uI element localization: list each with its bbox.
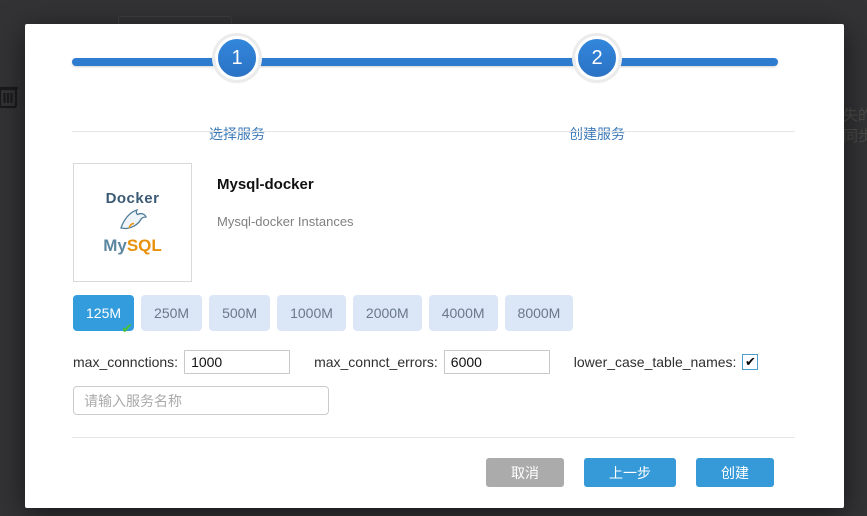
lower-case-table-names-label: lower_case_table_names: [573,354,737,370]
background-clipped-text: 失的 同步 [843,107,867,145]
step-2-circle: 2 [575,36,619,80]
cancel-button[interactable]: 取消 [486,458,564,487]
service-title: Mysql-docker [217,176,314,193]
mysql-dolphin-icon [117,207,149,238]
trash-icon [0,82,19,115]
size-option-8000m[interactable]: 8000M [504,295,574,331]
header-divider [72,131,795,132]
mysql-wordmark-my: My [103,235,127,255]
max-connections-label: max_connctions: [73,354,179,370]
size-option-500m[interactable]: 500M [209,295,271,331]
size-option-2000m[interactable]: 2000M [352,295,422,331]
param-group: lower_case_table_names: ✔ [574,354,759,370]
create-service-dialog: 1 2 选择服务 创建服务 Docker MySQL Mysql-docker … [25,24,844,508]
step-1-label: 选择服务 [209,126,265,142]
previous-step-button[interactable]: 上一步 [584,458,676,487]
max-connections-input[interactable] [184,350,291,374]
memory-size-group: 125M ✔ 250M 500M 1000M 2000M 4000M 8000M [73,295,574,335]
size-option-125m[interactable]: 125M ✔ [73,295,135,335]
step-1-circle: 1 [215,36,259,80]
size-option-250m[interactable]: 250M [141,295,203,331]
max-connect-errors-label: max_connct_errors: [314,354,438,370]
lower-case-table-names-checkbox[interactable]: ✔ [742,354,759,370]
create-button[interactable]: 创建 [696,458,774,487]
parameters-row: max_connctions: max_connct_errors: lower_c… [73,350,782,374]
dialog-footer: 取消 上一步 创建 [486,458,774,487]
size-option-1000m[interactable]: 1000M [277,295,346,331]
footer-divider [72,437,795,438]
size-option-4000m[interactable]: 4000M [428,295,498,331]
service-logo: Docker MySQL [73,163,192,282]
service-subtitle: Mysql-docker Instances [217,214,354,229]
param-group: max_connctions: [73,350,291,374]
selected-check-icon: ✔ [121,320,134,336]
mysql-wordmark-sql: SQL [126,235,162,255]
mysql-wordmark: MySQL [103,236,162,256]
max-connect-errors-input[interactable] [443,350,550,374]
stepper-progress-bar [72,58,778,66]
param-group: max_connct_errors: [314,350,550,374]
step-2-label: 创建服务 [569,126,625,142]
service-name-input[interactable] [73,386,329,415]
docker-wordmark: Docker [105,189,160,207]
